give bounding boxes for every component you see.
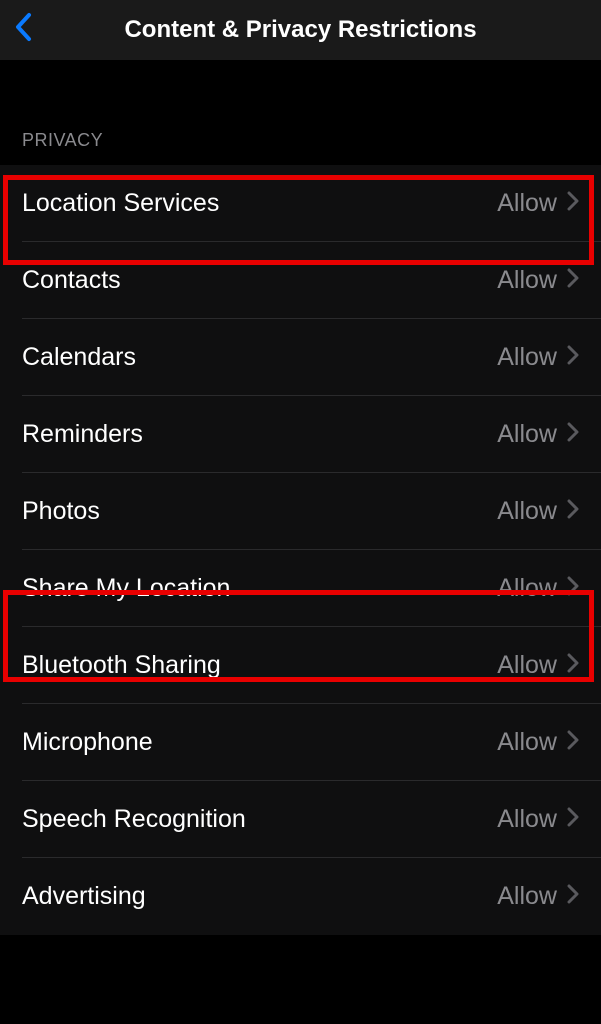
chevron-right-icon	[567, 345, 579, 371]
chevron-right-icon	[567, 576, 579, 602]
row-value: Allow	[497, 882, 557, 911]
row-microphone[interactable]: Microphone Allow	[0, 704, 601, 781]
row-label: Share My Location	[22, 574, 230, 603]
row-value: Allow	[497, 574, 557, 603]
row-label: Microphone	[22, 728, 153, 757]
row-right-group: Allow	[497, 882, 579, 911]
back-button[interactable]	[14, 9, 32, 52]
content-area: PRIVACY Location Services Allow Contacts Al…	[0, 60, 601, 935]
row-label: Location Services	[22, 189, 219, 218]
row-right-group: Allow	[497, 420, 579, 449]
chevron-right-icon	[567, 422, 579, 448]
row-label: Calendars	[22, 343, 136, 372]
row-label: Bluetooth Sharing	[22, 651, 221, 680]
row-label: Contacts	[22, 266, 121, 295]
row-contacts[interactable]: Contacts Allow	[0, 242, 601, 319]
settings-list: Location ServicesAllowContactsAllowCalen…	[0, 165, 601, 935]
chevron-right-icon	[567, 191, 579, 217]
chevron-right-icon	[567, 807, 579, 833]
row-value: Allow	[497, 497, 557, 526]
row-right-group: Allow	[497, 651, 579, 680]
row-speech-recognition[interactable]: Speech Recognition Allow	[0, 781, 601, 858]
row-value: Allow	[497, 420, 557, 449]
row-value: Allow	[497, 189, 557, 218]
chevron-right-icon	[567, 499, 579, 525]
page-title: Content & Privacy Restrictions	[14, 16, 587, 44]
row-location-services[interactable]: Location Services Allow	[0, 165, 601, 242]
row-value: Allow	[497, 805, 557, 834]
chevron-right-icon	[567, 884, 579, 910]
row-share-my-location[interactable]: Share My Location Allow	[0, 550, 601, 627]
row-label: Photos	[22, 497, 100, 526]
row-photos[interactable]: Photos Allow	[0, 473, 601, 550]
chevron-right-icon	[567, 268, 579, 294]
row-bluetooth-sharing[interactable]: Bluetooth Sharing Allow	[0, 627, 601, 704]
row-label: Advertising	[22, 882, 146, 911]
row-right-group: Allow	[497, 574, 579, 603]
row-reminders[interactable]: Reminders Allow	[0, 396, 601, 473]
row-value: Allow	[497, 728, 557, 757]
row-advertising[interactable]: Advertising Allow	[0, 858, 601, 935]
row-value: Allow	[497, 343, 557, 372]
section-header-privacy: PRIVACY	[0, 130, 601, 165]
row-value: Allow	[497, 266, 557, 295]
chevron-right-icon	[567, 730, 579, 756]
row-right-group: Allow	[497, 728, 579, 757]
row-label: Reminders	[22, 420, 143, 449]
row-right-group: Allow	[497, 805, 579, 834]
row-label: Speech Recognition	[22, 805, 246, 834]
row-calendars[interactable]: Calendars Allow	[0, 319, 601, 396]
row-right-group: Allow	[497, 266, 579, 295]
row-right-group: Allow	[497, 189, 579, 218]
chevron-right-icon	[567, 653, 579, 679]
row-right-group: Allow	[497, 343, 579, 372]
nav-header: Content & Privacy Restrictions	[0, 0, 601, 60]
row-right-group: Allow	[497, 497, 579, 526]
row-value: Allow	[497, 651, 557, 680]
